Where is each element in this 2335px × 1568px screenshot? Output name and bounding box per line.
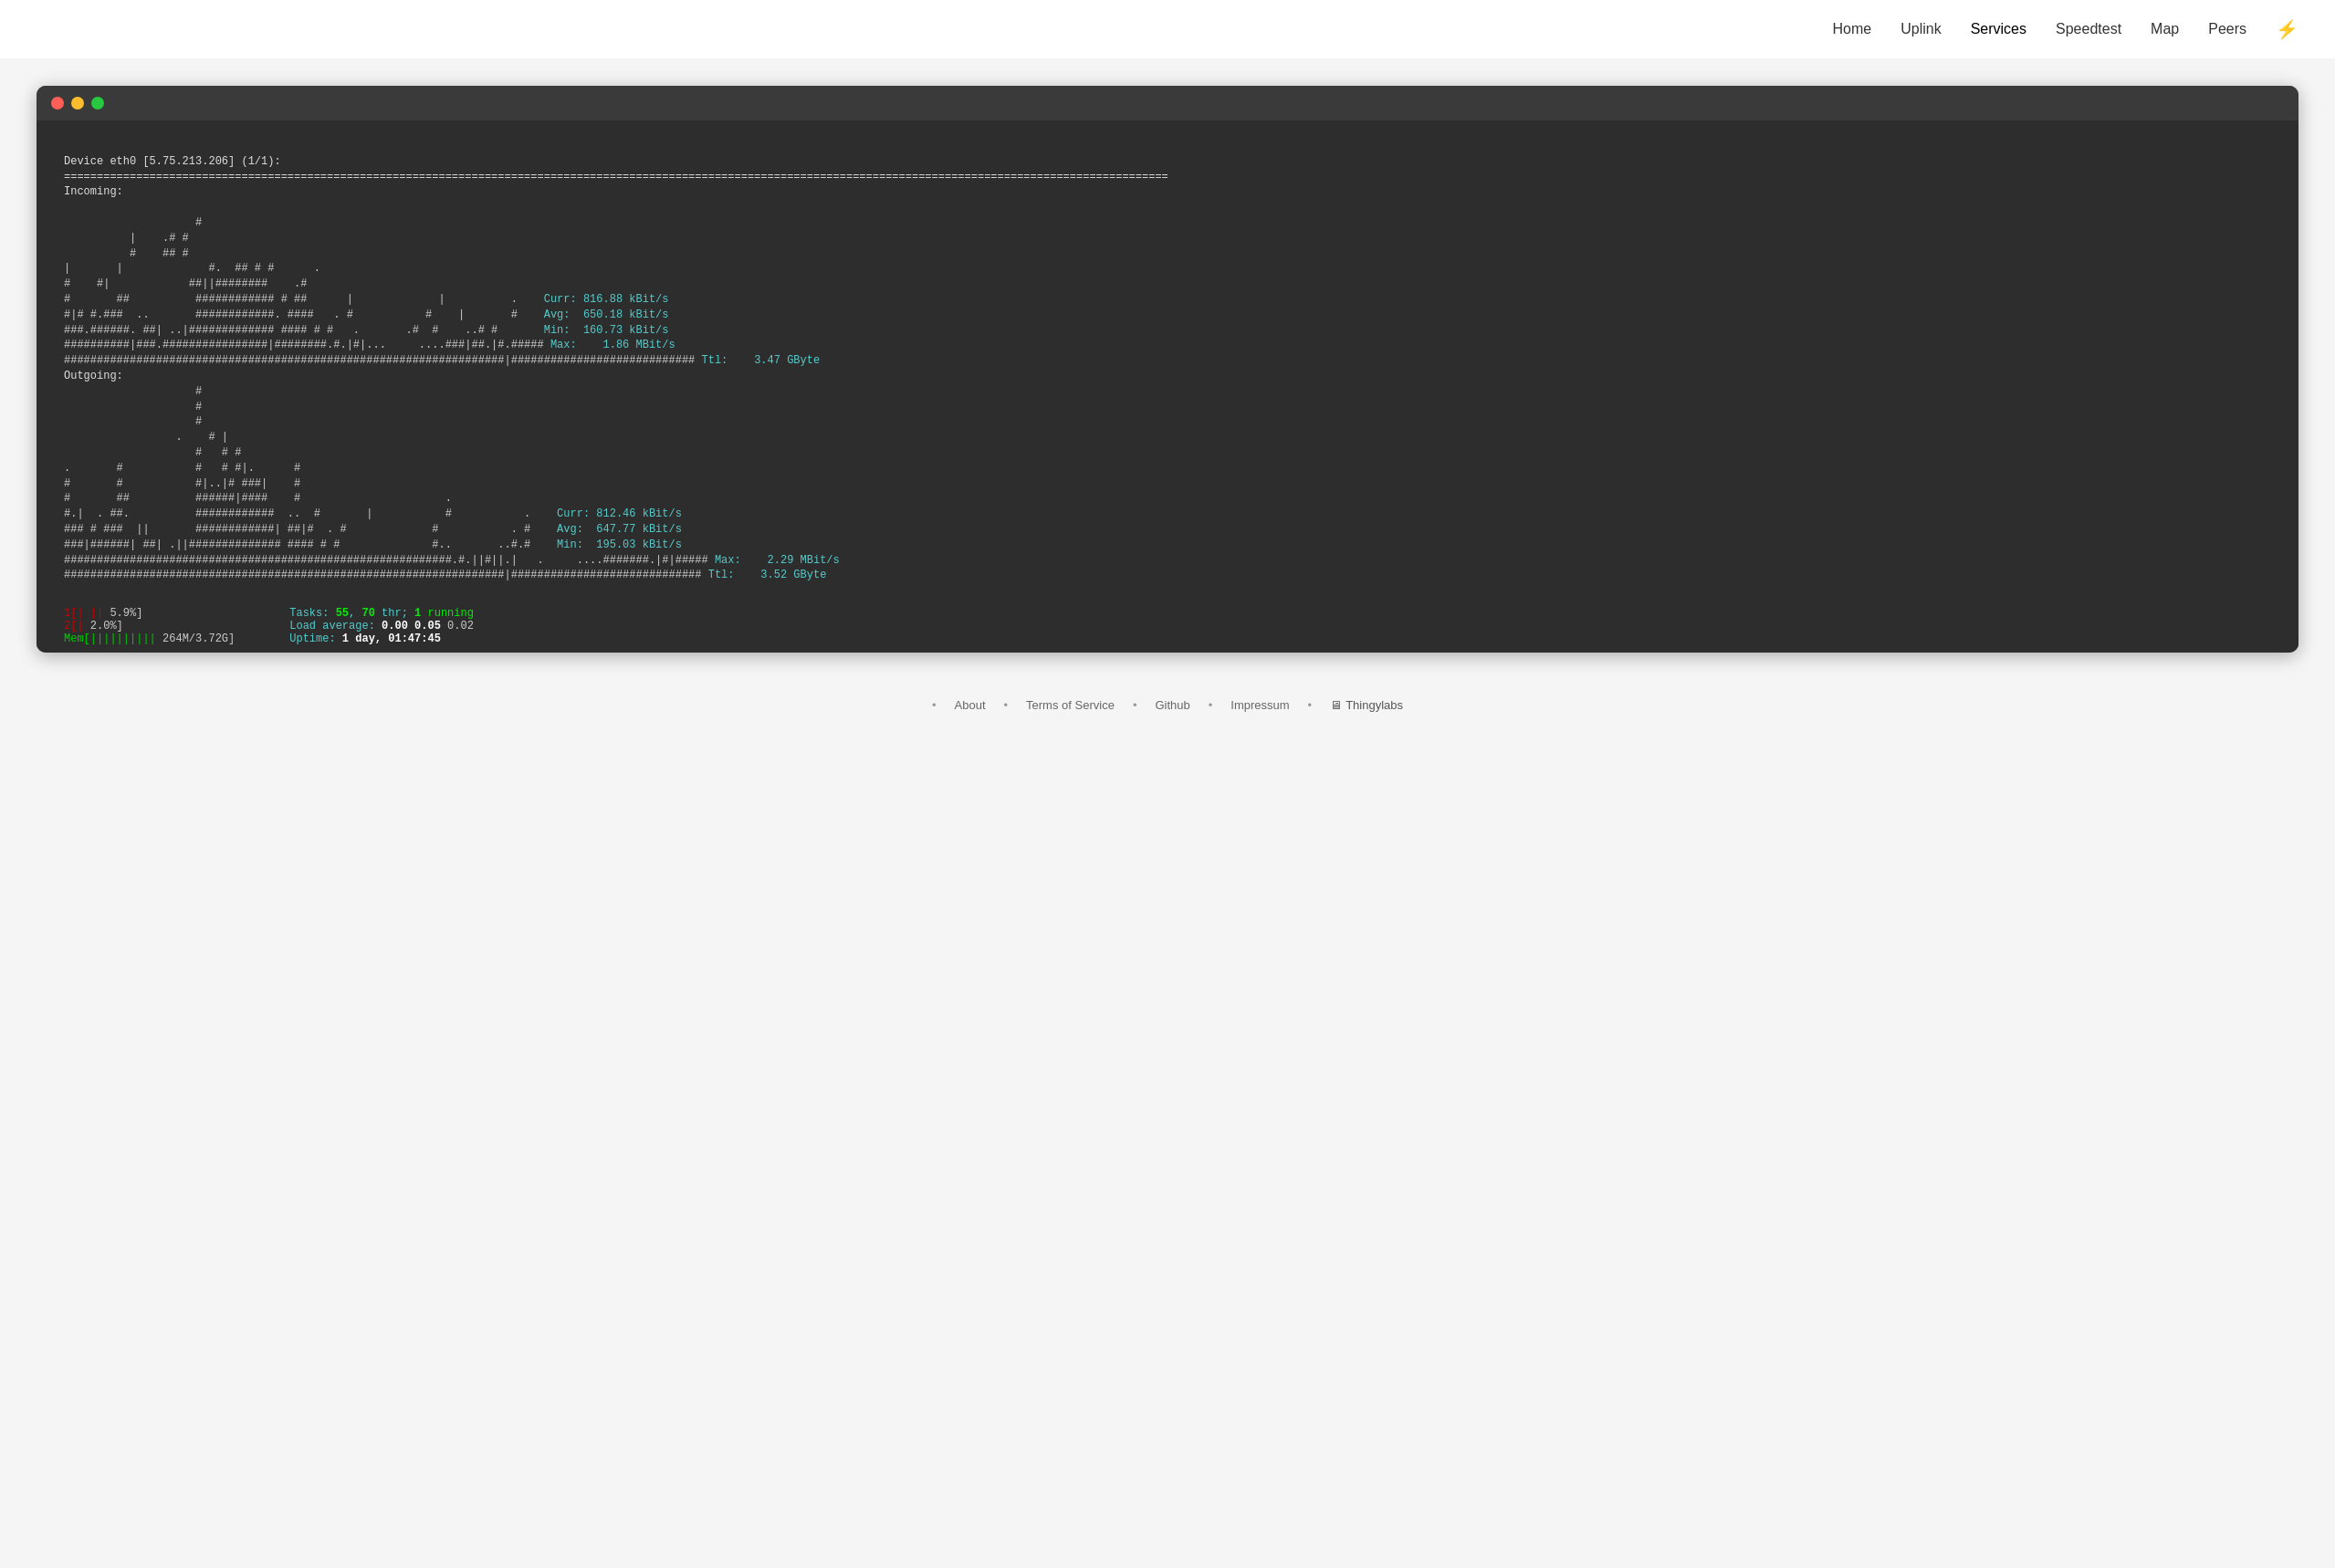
mem-bar: Mem[: [64, 632, 90, 645]
incoming-label: Incoming:: [64, 185, 123, 198]
footer-dot-3: •: [1133, 698, 1137, 712]
maximize-button[interactable]: [91, 97, 104, 110]
cpu1-pct: 5.9%]: [103, 607, 142, 620]
mem-fill: ||||||||||: [90, 632, 156, 645]
footer-dot-1: •: [932, 698, 937, 712]
mem-pct: 264M/3.72G]: [156, 632, 235, 645]
ttl-out: Ttl: 3.52 GByte: [708, 569, 827, 581]
cpu1-fill: | ||: [77, 607, 103, 620]
footer-dot-4: •: [1209, 698, 1213, 712]
tasks-label: Tasks:: [289, 607, 335, 620]
cpu2-row: 2[| 2.0%]: [64, 620, 235, 632]
navbar: Home Uplink Services Speedtest Map Peers…: [0, 0, 2335, 58]
main-content: Device eth0 [5.75.213.206] (1/1): ======…: [0, 58, 2335, 680]
nav-map[interactable]: Map: [2151, 21, 2179, 37]
tasks-running: running: [421, 607, 474, 620]
load-sp1: [408, 620, 414, 632]
load-val3: 0.02: [447, 620, 474, 632]
cpu2-pct: 2.0%]: [84, 620, 123, 632]
footer-brand: 🖥 Thingylabs: [1330, 698, 1403, 712]
footer-impressum[interactable]: Impressum: [1230, 698, 1289, 712]
load-val2: 0.05: [414, 620, 441, 632]
load-label: Load average:: [289, 620, 382, 632]
minimize-button[interactable]: [71, 97, 84, 110]
tasks-row: Tasks: 55, 70 thr; 1 running: [289, 607, 474, 620]
cpu1-row: 1[| || 5.9%]: [64, 607, 235, 620]
terminal-window: Device eth0 [5.75.213.206] (1/1): ======…: [37, 86, 2298, 653]
terminal-body: Device eth0 [5.75.213.206] (1/1): ======…: [37, 120, 2298, 601]
avg-in: Avg: 650.18 kBit/s: [544, 308, 669, 321]
uptime-val: 1 day, 01:47:45: [342, 632, 441, 645]
htop-right: Tasks: 55, 70 thr; 1 running Load averag…: [289, 607, 474, 645]
brand-name: Thingylabs: [1346, 698, 1403, 712]
mem-row: Mem[|||||||||| 264M/3.72G]: [64, 632, 235, 645]
cpu1-bar: 1[: [64, 607, 77, 620]
nav-uplink[interactable]: Uplink: [1900, 21, 1941, 37]
footer-github[interactable]: Github: [1155, 698, 1189, 712]
load-row: Load average: 0.00 0.05 0.02: [289, 620, 474, 632]
tasks-val2: 70: [361, 607, 374, 620]
nav-speedtest[interactable]: Speedtest: [2056, 21, 2121, 37]
brand-icon: 🖥: [1330, 698, 1342, 712]
cpu2-bar: 2[: [64, 620, 77, 632]
terminal-titlebar: [37, 86, 2298, 120]
device-header: Device eth0 [5.75.213.206] (1/1):: [64, 155, 281, 168]
nav-home[interactable]: Home: [1833, 21, 1872, 37]
curr-in: Curr: 816.88 kBit/s: [544, 293, 669, 306]
uptime-label: Uptime:: [289, 632, 342, 645]
max-out: Max: 2.29 MBit/s: [715, 554, 840, 567]
avg-out: Avg: 647.77 kBit/s: [557, 523, 682, 536]
nav-services[interactable]: Services: [1971, 21, 2026, 37]
tasks-thr: thr;: [375, 607, 414, 620]
close-button[interactable]: [51, 97, 64, 110]
separator: ========================================…: [64, 171, 1168, 183]
tasks-val1: 55: [336, 607, 349, 620]
footer-about[interactable]: About: [955, 698, 986, 712]
htop-section: 1[| || 5.9%] 2[| 2.0%] Mem[|||||||||| 26…: [37, 601, 2298, 653]
max-in: Max: 1.86 MBit/s: [550, 339, 675, 351]
curr-out: Curr: 812.46 kBit/s: [557, 507, 682, 520]
tasks-comma: ,: [349, 607, 361, 620]
uptime-row: Uptime: 1 day, 01:47:45: [289, 632, 474, 645]
nav-peers[interactable]: Peers: [2208, 21, 2246, 37]
ttl-in: Ttl: 3.47 GByte: [702, 354, 821, 367]
min-in: Min: 160.73 kBit/s: [544, 324, 669, 337]
cpu2-fill: |: [77, 620, 83, 632]
min-out: Min: 195.03 kBit/s: [557, 538, 682, 551]
load-val1: 0.00: [382, 620, 408, 632]
footer-dot-5: •: [1308, 698, 1313, 712]
lightning-icon[interactable]: ⚡: [2276, 18, 2298, 40]
footer: • About • Terms of Service • Github • Im…: [0, 680, 2335, 730]
htop-left: 1[| || 5.9%] 2[| 2.0%] Mem[|||||||||| 26…: [64, 607, 235, 645]
footer-terms[interactable]: Terms of Service: [1026, 698, 1115, 712]
footer-dot-2: •: [1004, 698, 1009, 712]
outgoing-label: Outgoing:: [64, 370, 123, 382]
